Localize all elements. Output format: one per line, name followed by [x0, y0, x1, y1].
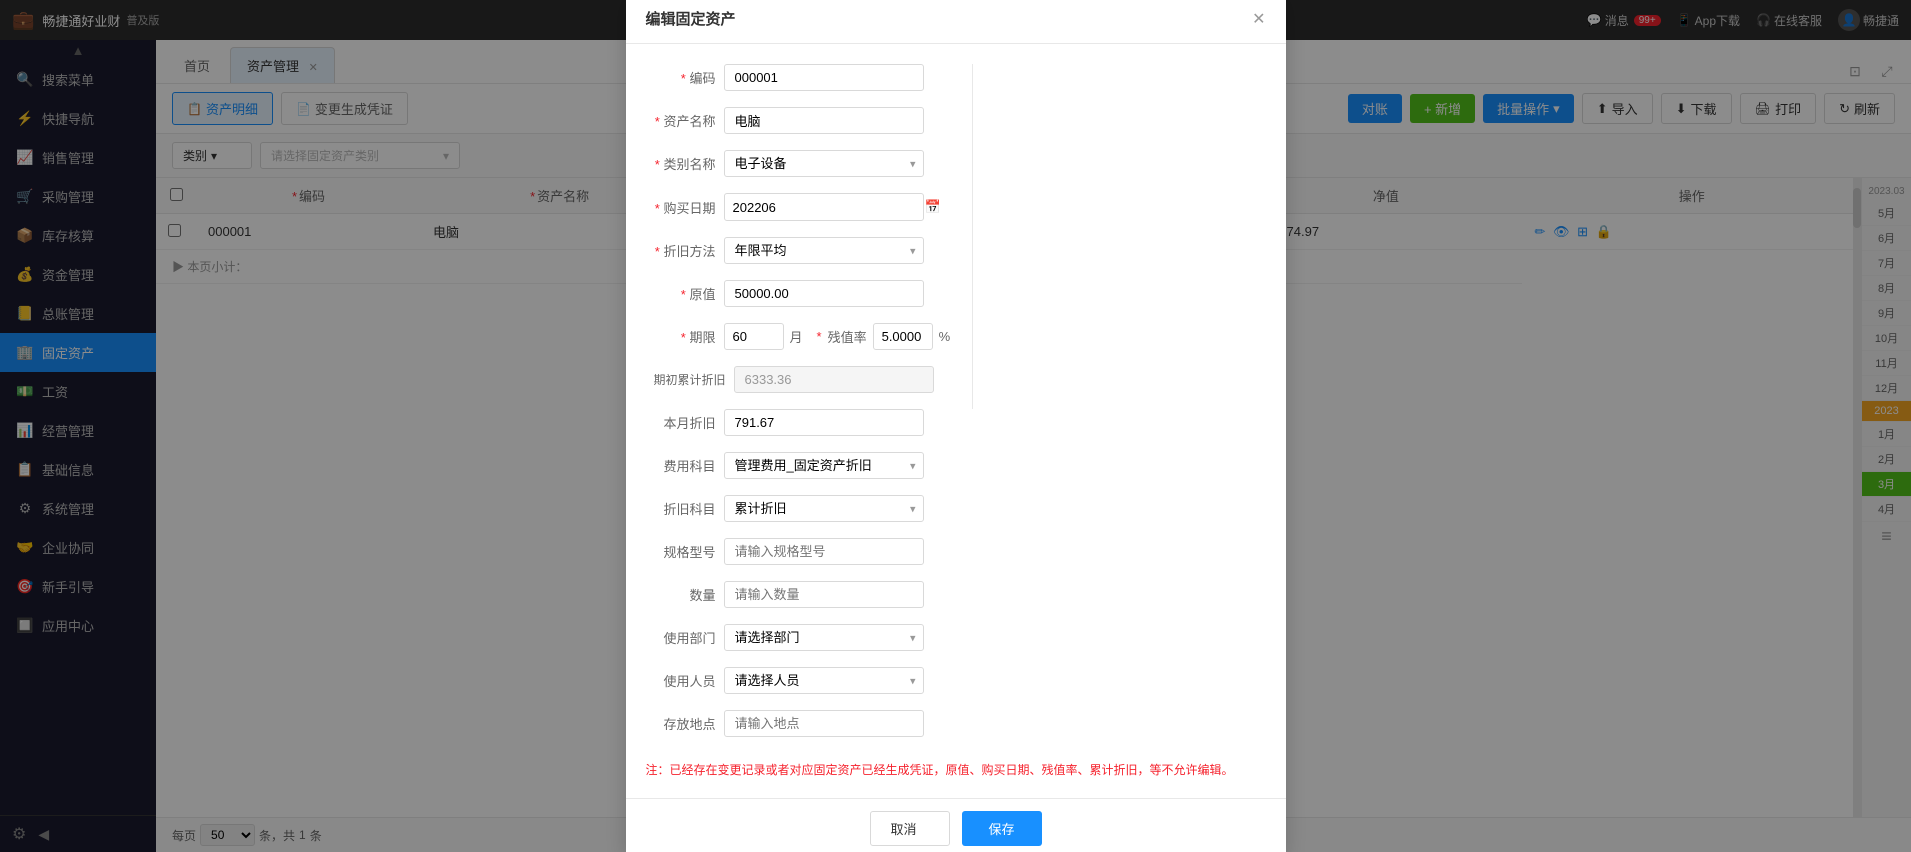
asset-name-input[interactable]: [724, 107, 924, 134]
period-input[interactable]: [724, 323, 784, 350]
form-row-dep-method: * 折旧方法 年限平均 ▾: [646, 237, 956, 264]
form-row-period: * 期限 月 * 残值率 %: [646, 323, 956, 350]
dep-subject-select[interactable]: 累计折旧: [724, 495, 924, 522]
modal-footer: 取消 保存: [626, 798, 1286, 852]
dep-method-select[interactable]: 年限平均: [724, 237, 924, 264]
expense-subject-select[interactable]: 管理费用_固定资产折旧: [724, 452, 924, 479]
modal-overlay: 编辑固定资产 ✕ * 编码: [0, 0, 1911, 852]
this-month-dep-input[interactable]: [724, 409, 924, 436]
form-row-category: * 类别名称 电子设备 ▾: [646, 150, 956, 177]
dep-method-label: * 折旧方法: [646, 241, 716, 260]
form-row-dept: 使用部门 请选择部门 ▾: [646, 624, 956, 651]
spec-label: 规格型号: [646, 542, 716, 561]
form-row-expense-subject: 费用科目 管理费用_固定资产折旧 ▾: [646, 452, 956, 479]
person-select[interactable]: 请选择人员: [724, 667, 924, 694]
save-button[interactable]: 保存: [962, 811, 1042, 846]
dept-select[interactable]: 请选择部门: [724, 624, 924, 651]
modal-note: 注：已经存在变更记录或者对应固定资产已经生成凭证，原值、购买日期、残值率、累计折…: [646, 761, 1266, 778]
category-select[interactable]: 电子设备: [724, 150, 924, 177]
code-input[interactable]: [724, 64, 924, 91]
purchase-date-input[interactable]: [725, 195, 917, 220]
form-row-purchase-date: * 购买日期 📅: [646, 193, 956, 221]
modal-close-icon[interactable]: ✕: [1252, 9, 1265, 29]
location-input[interactable]: [724, 710, 924, 737]
form-left-col: * 编码 * 资产名称: [646, 64, 956, 409]
code-label: * 编码: [646, 68, 716, 87]
person-label: 使用人员: [646, 671, 716, 690]
form-row-opening-dep: 期初累计折旧: [646, 366, 956, 393]
quantity-input[interactable]: [724, 581, 924, 608]
form-row-this-month-dep: 本月折旧: [646, 409, 956, 436]
modal-title: 编辑固定资产: [646, 8, 736, 29]
form-divider: [972, 64, 973, 409]
dept-label: 使用部门: [646, 628, 716, 647]
asset-name-label: * 资产名称: [646, 111, 716, 130]
form-row-asset-name: * 资产名称: [646, 107, 956, 134]
edit-asset-modal: 编辑固定资产 ✕ * 编码: [626, 0, 1286, 852]
residual-rate-input[interactable]: [873, 323, 933, 350]
period-label: * 期限: [646, 327, 716, 346]
category-label: * 类别名称: [646, 154, 716, 173]
calendar-icon[interactable]: 📅: [917, 194, 949, 220]
form-row-person: 使用人员 请选择人员 ▾: [646, 667, 956, 694]
form-row-code: * 编码: [646, 64, 956, 91]
purchase-date-label: * 购买日期: [646, 198, 716, 217]
location-label: 存放地点: [646, 714, 716, 733]
spec-input[interactable]: [724, 538, 924, 565]
dep-subject-label: 折旧科目: [646, 499, 716, 518]
original-value-input[interactable]: [724, 280, 924, 307]
form-row-location: 存放地点: [646, 710, 956, 737]
cancel-button[interactable]: 取消: [870, 811, 950, 846]
this-month-dep-label: 本月折旧: [646, 413, 716, 432]
expense-subject-label: 费用科目: [646, 456, 716, 475]
quantity-label: 数量: [646, 585, 716, 604]
form-row-original-value: * 原值: [646, 280, 956, 307]
opening-dep-input[interactable]: [734, 366, 934, 393]
original-value-label: * 原值: [646, 284, 716, 303]
form-row-dep-subject: 折旧科目 累计折旧 ▾: [646, 495, 956, 522]
form-right-col: 本月折旧 费用科目 管理费用_固定资产折旧 ▾: [646, 409, 956, 753]
modal-header: 编辑固定资产 ✕: [626, 0, 1286, 44]
modal-body: * 编码 * 资产名称: [626, 44, 1286, 798]
form-row-quantity: 数量: [646, 581, 956, 608]
opening-dep-label: 期初累计折旧: [646, 371, 726, 388]
form-row-spec: 规格型号: [646, 538, 956, 565]
